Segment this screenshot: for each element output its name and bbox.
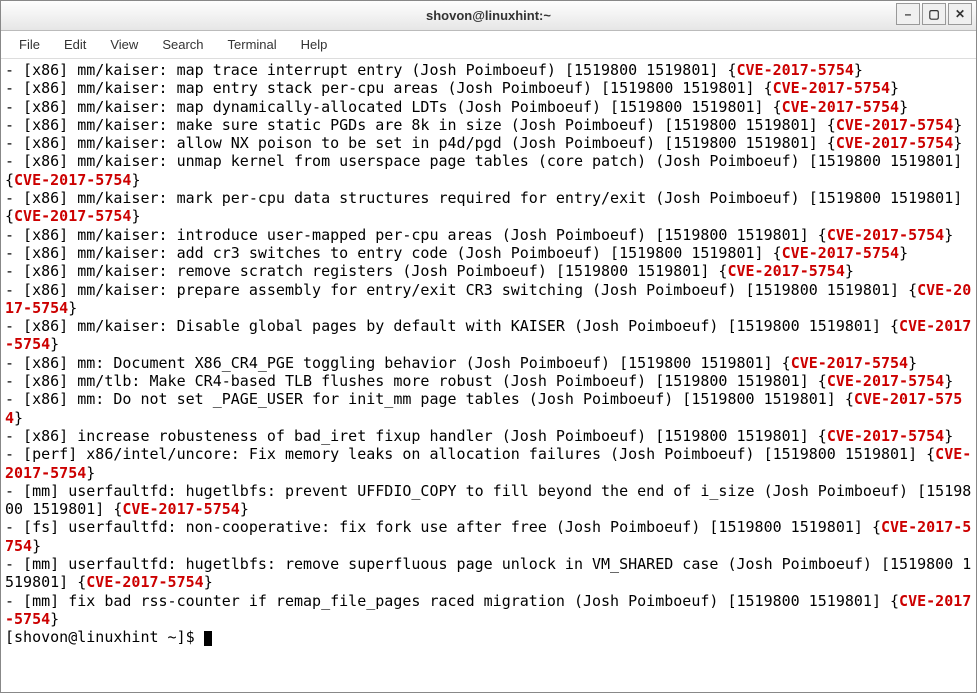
output-line: - [x86] mm/kaiser: introduce user-mapped… (5, 226, 953, 244)
cve-id: CVE-2017-5754 (827, 427, 944, 445)
output-line: - [x86] mm/kaiser: map dynamically-alloc… (5, 98, 908, 116)
cve-id: CVE-2017-5754 (791, 354, 908, 372)
cve-id: CVE-2017-5754 (836, 134, 953, 152)
cve-id: CVE-2017-5754 (727, 262, 844, 280)
output-line: - [mm] fix bad rss-counter if remap_file… (5, 592, 971, 628)
output-line: - [mm] userfaultfd: hugetlbfs: remove su… (5, 555, 971, 591)
maximize-button[interactable]: ▢ (922, 3, 946, 25)
menu-file[interactable]: File (7, 33, 52, 56)
output-line: - [x86] mm/kaiser: unmap kernel from use… (5, 152, 971, 188)
menubar: File Edit View Search Terminal Help (1, 31, 976, 59)
cve-id: CVE-2017-5754 (773, 79, 890, 97)
output-line: - [x86] mm/kaiser: Disable global pages … (5, 317, 971, 353)
output-line: - [x86] mm/kaiser: make sure static PGDs… (5, 116, 962, 134)
output-line: - [x86] mm/kaiser: remove scratch regist… (5, 262, 854, 280)
cve-id: CVE-2017-5754 (782, 98, 899, 116)
output-line: - [x86] mm/kaiser: allow NX poison to be… (5, 134, 962, 152)
output-line: - [x86] mm: Document X86_CR4_PGE togglin… (5, 354, 917, 372)
cve-id: CVE-2017-5754 (827, 226, 944, 244)
prompt[interactable]: [shovon@linuxhint ~]$ (5, 628, 204, 646)
cve-id: CVE-2017-5754 (827, 372, 944, 390)
window-controls: – ▢ ✕ (896, 3, 972, 25)
cve-id: CVE-2017-5754 (14, 171, 131, 189)
menu-help[interactable]: Help (289, 33, 340, 56)
cve-id: CVE-2017-5754 (782, 244, 899, 262)
terminal-window: shovon@linuxhint:~ – ▢ ✕ File Edit View … (0, 0, 977, 693)
output-line: - [x86] mm/tlb: Make CR4-based TLB flush… (5, 372, 953, 390)
output-line: - [x86] mm/kaiser: map trace interrupt e… (5, 61, 863, 79)
output-line: - [mm] userfaultfd: hugetlbfs: prevent U… (5, 482, 971, 518)
terminal-output[interactable]: - [x86] mm/kaiser: map trace interrupt e… (1, 59, 976, 692)
output-line: - [x86] mm/kaiser: map entry stack per-c… (5, 79, 899, 97)
cve-id: CVE-2017-5754 (737, 61, 854, 79)
cursor (204, 631, 212, 646)
output-line: - [x86] mm: Do not set _PAGE_USER for in… (5, 390, 962, 426)
output-line: - [x86] increase robusteness of bad_iret… (5, 427, 953, 445)
menu-terminal[interactable]: Terminal (216, 33, 289, 56)
cve-id: CVE-2017-5754 (836, 116, 953, 134)
menu-view[interactable]: View (98, 33, 150, 56)
menu-search[interactable]: Search (150, 33, 215, 56)
minimize-button[interactable]: – (896, 3, 920, 25)
output-line: - [perf] x86/intel/uncore: Fix memory le… (5, 445, 971, 481)
output-line: - [x86] mm/kaiser: mark per-cpu data str… (5, 189, 971, 225)
titlebar[interactable]: shovon@linuxhint:~ – ▢ ✕ (1, 1, 976, 31)
cve-id: CVE-2017-5754 (86, 573, 203, 591)
output-line: - [fs] userfaultfd: non-cooperative: fix… (5, 518, 971, 554)
close-button[interactable]: ✕ (948, 3, 972, 25)
output-line: - [x86] mm/kaiser: prepare assembly for … (5, 281, 971, 317)
window-title: shovon@linuxhint:~ (426, 8, 551, 23)
cve-id: CVE-2017-5754 (14, 207, 131, 225)
menu-edit[interactable]: Edit (52, 33, 98, 56)
cve-id: CVE-2017-5754 (122, 500, 239, 518)
output-line: - [x86] mm/kaiser: add cr3 switches to e… (5, 244, 908, 262)
